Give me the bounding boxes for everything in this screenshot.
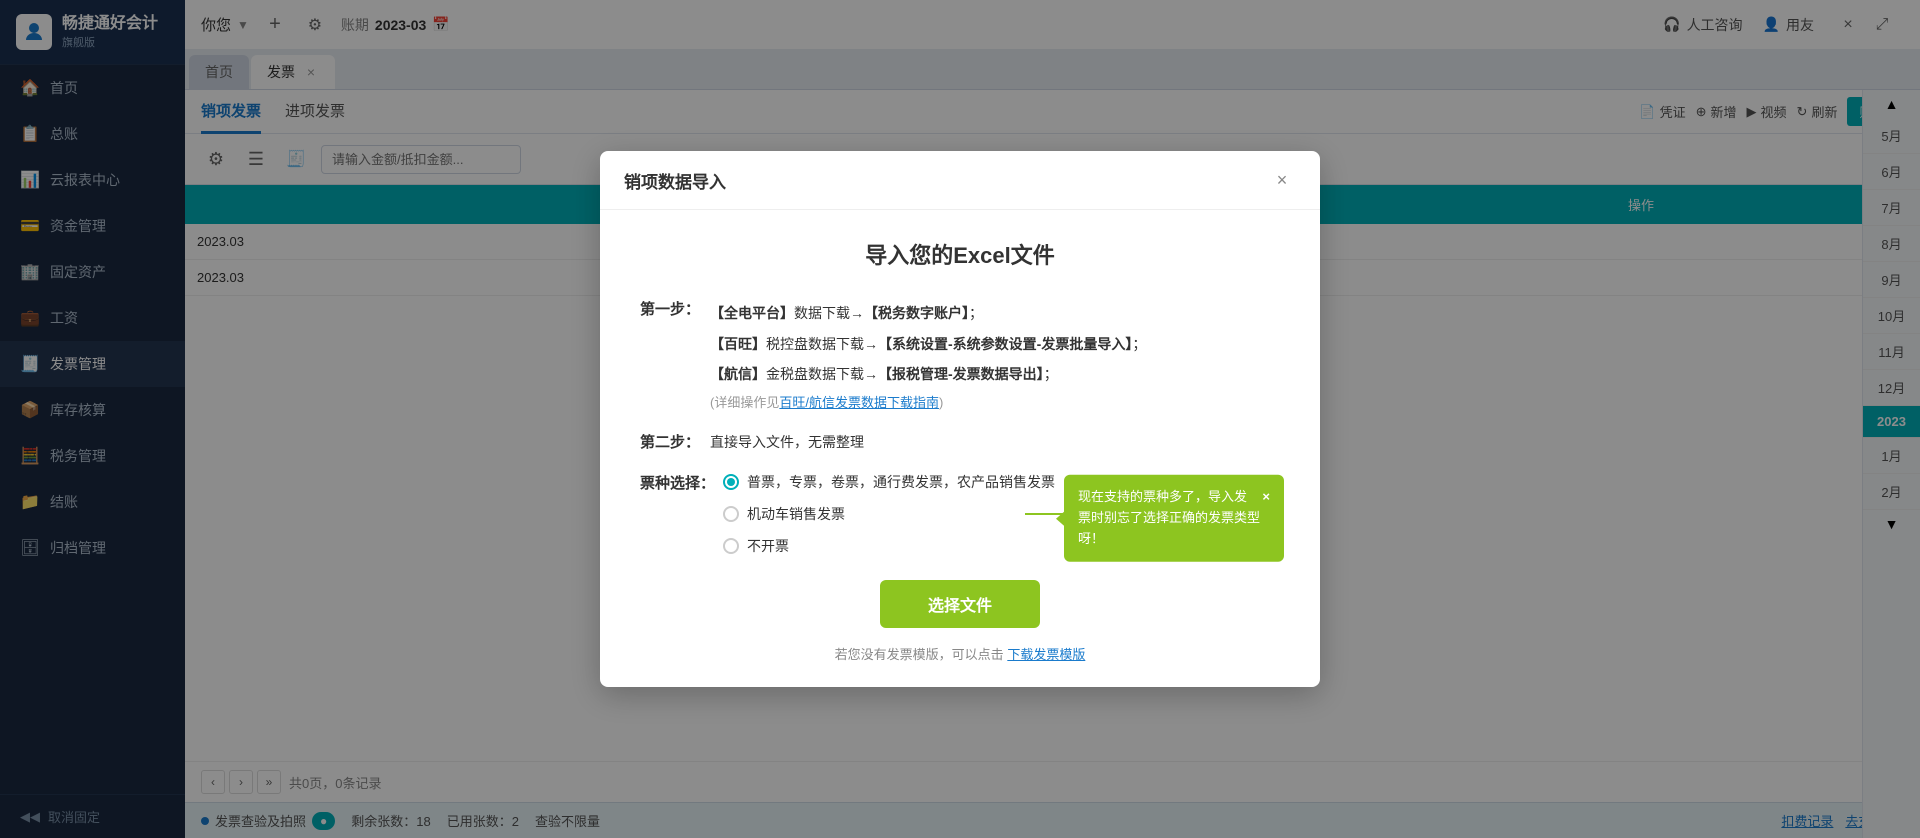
radio-label-3: 不开票 bbox=[747, 536, 789, 556]
radio-circle-2 bbox=[723, 506, 739, 522]
select-file-section: 选择文件 bbox=[640, 580, 1280, 628]
radio-label-2: 机动车销售发票 bbox=[747, 504, 845, 524]
select-file-button[interactable]: 选择文件 bbox=[880, 580, 1040, 628]
radio-item-2[interactable]: 机动车销售发票 bbox=[723, 504, 1055, 524]
step1-label: 第一步： bbox=[640, 298, 700, 319]
radio-circle-3 bbox=[723, 538, 739, 554]
tooltip-close-button[interactable]: × bbox=[1262, 487, 1270, 508]
radio-item-1[interactable]: 普票，专票，卷票，通行费发票，农产品销售发票 bbox=[723, 472, 1055, 492]
modal-body: 导入您的Excel文件 第一步： 【全电平台】数据下载→【税务数字账户】； 【百… bbox=[600, 210, 1320, 687]
download-template-link[interactable]: 下载发票模版 bbox=[1007, 647, 1085, 662]
tooltip-arrow-icon bbox=[1056, 511, 1064, 525]
tooltip-container: × 现在支持的票种多了，导入发票时别忘了选择正确的发票类型呀！ bbox=[1064, 475, 1284, 561]
modal-import-title: 导入您的Excel文件 bbox=[640, 238, 1280, 270]
modal-footer-hint: 若您没有发票模版，可以点击 下载发票模版 bbox=[640, 644, 1280, 663]
step1-line2: 【百旺】税控盘数据下载→【系统设置-系统参数设置-发票批量导入】； bbox=[710, 329, 1146, 360]
step1-hint: (详细操作见百旺/航信发票数据下载指南) bbox=[710, 392, 1146, 411]
step1-line1: 【全电平台】数据下载→【税务数字账户】； bbox=[710, 298, 1146, 329]
modal-close-button[interactable]: × bbox=[1268, 167, 1296, 195]
radio-circle-1 bbox=[723, 474, 739, 490]
tooltip-text: 现在支持的票种多了，导入发票时别忘了选择正确的发票类型呀！ bbox=[1078, 489, 1260, 546]
radio-item-3[interactable]: 不开票 bbox=[723, 536, 1055, 556]
tooltip-bubble: × 现在支持的票种多了，导入发票时别忘了选择正确的发票类型呀！ bbox=[1064, 475, 1284, 561]
step2-text: 直接导入文件，无需整理 bbox=[710, 432, 864, 452]
modal-step1: 第一步： 【全电平台】数据下载→【税务数字账户】； 【百旺】税控盘数据下载→【系… bbox=[640, 298, 1280, 411]
radio-label-1: 普票，专票，卷票，通行费发票，农产品销售发票 bbox=[747, 472, 1055, 492]
modal-step2: 第二步： 直接导入文件，无需整理 bbox=[640, 431, 1280, 452]
ticket-select-section: 票种选择： 普票，专票，卷票，通行费发票，农产品销售发票 机动车销售发票 bbox=[640, 472, 1280, 556]
import-modal: 销项数据导入 × 导入您的Excel文件 第一步： 【全电平台】数据下载→【税务… bbox=[600, 151, 1320, 687]
modal-title: 销项数据导入 bbox=[624, 168, 726, 193]
guide-link[interactable]: 百旺/航信发票数据下载指南 bbox=[779, 395, 939, 410]
step2-label: 第二步： bbox=[640, 431, 700, 452]
modal-header: 销项数据导入 × bbox=[600, 151, 1320, 210]
modal-overlay: 销项数据导入 × 导入您的Excel文件 第一步： 【全电平台】数据下载→【税务… bbox=[0, 0, 1920, 838]
ticket-select-label: 票种选择： bbox=[640, 472, 715, 493]
step1-line3: 【航信】金税盘数据下载→【报税管理-发票数据导出】； bbox=[710, 359, 1146, 390]
